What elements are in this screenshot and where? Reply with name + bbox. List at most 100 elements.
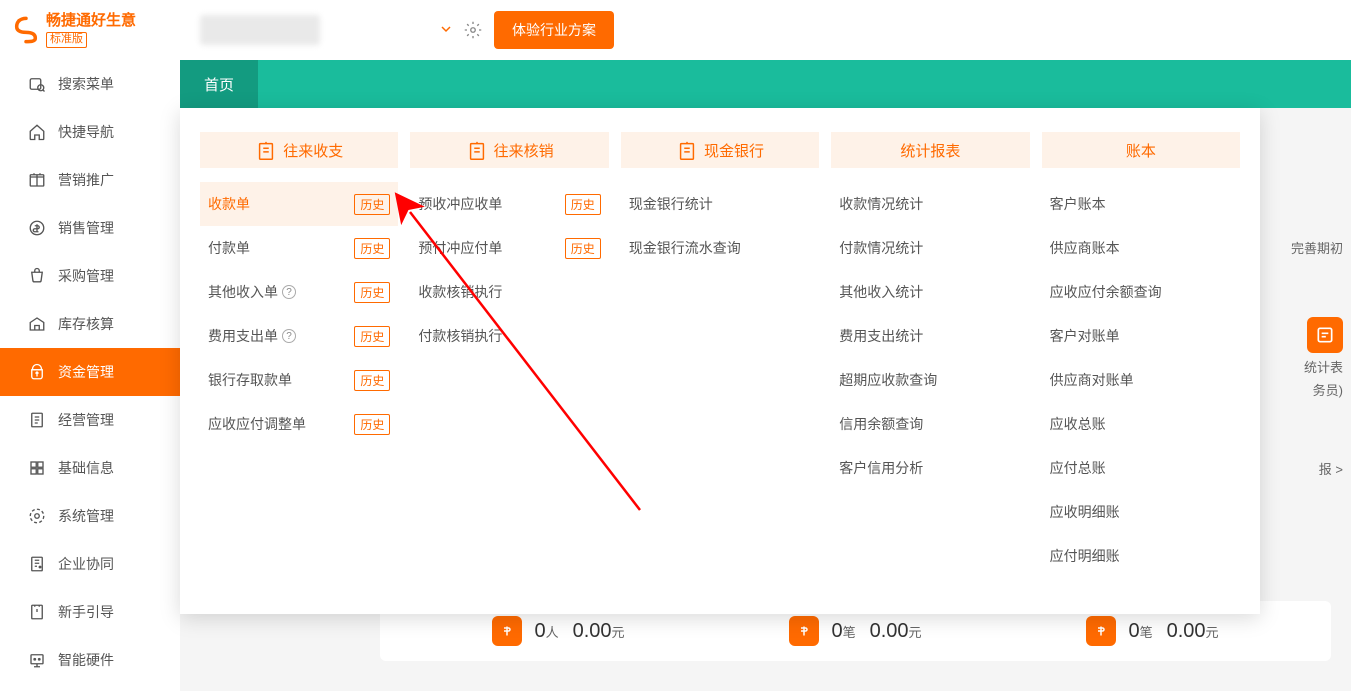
flyout-item-label: 应付明细账: [1050, 546, 1120, 566]
company-selector[interactable]: [200, 15, 452, 45]
industry-cta-button[interactable]: 体验行业方案: [494, 11, 614, 49]
sidebar-item-basicinfo[interactable]: 基础信息: [0, 444, 180, 492]
flyout-column: 往来收支收款单历史付款单历史其他收入单?历史费用支出单?历史银行存取款单历史应收…: [200, 132, 398, 578]
flyout-menu-item[interactable]: 超期应收款查询: [831, 358, 1029, 402]
flyout-menu-item[interactable]: 应付总账: [1042, 446, 1240, 490]
sidebar-item-purchase[interactable]: 采购管理: [0, 252, 180, 300]
flyout-menu-item[interactable]: 信用余额查询: [831, 402, 1029, 446]
help-icon[interactable]: ?: [282, 285, 296, 299]
flyout-menu-item[interactable]: 应收明细账: [1042, 490, 1240, 534]
flyout-menu-item[interactable]: 现金银行流水查询: [621, 226, 819, 270]
sidebar-item-label: 营销推广: [58, 170, 114, 190]
history-tag[interactable]: 历史: [354, 326, 390, 347]
company-name-redacted: [200, 15, 320, 45]
sidebar-item-marketing[interactable]: 营销推广: [0, 156, 180, 204]
flyout-menu-item[interactable]: 费用支出统计: [831, 314, 1029, 358]
operations-icon: [28, 411, 46, 429]
flyout-menu-item[interactable]: 其他收入统计: [831, 270, 1029, 314]
tabbar: 首页: [180, 60, 1351, 108]
history-tag[interactable]: 历史: [354, 414, 390, 435]
sidebar-item-search[interactable]: 搜索菜单: [0, 60, 180, 108]
sidebar-item-label: 快捷导航: [58, 122, 114, 142]
flyout-item-label: 收款核销执行: [418, 282, 502, 302]
enterprise-icon: [28, 555, 46, 573]
document-icon: [255, 140, 275, 160]
tab-home[interactable]: 首页: [180, 60, 258, 108]
flyout-item-label: 付款单: [208, 238, 250, 258]
inventory-icon: [28, 315, 46, 333]
basicinfo-icon: [28, 459, 46, 477]
sidebar-item-inventory[interactable]: 库存核算: [0, 300, 180, 348]
flyout-column: 账本客户账本供应商账本应收应付余额查询客户对账单供应商对账单应收总账应付总账应收…: [1042, 132, 1240, 578]
peek-text: 务员): [1313, 380, 1343, 399]
flyout-item-label: 供应商对账单: [1050, 370, 1134, 390]
newbie-icon: [28, 603, 46, 621]
flyout-column-header: 现金银行: [621, 132, 819, 168]
flyout-column-header: 往来收支: [200, 132, 398, 168]
flyout-menu-item[interactable]: 银行存取款单历史: [200, 358, 398, 402]
gear-icon[interactable]: [464, 21, 482, 39]
help-icon[interactable]: ?: [282, 329, 296, 343]
flyout-menu-item[interactable]: 其他收入单?历史: [200, 270, 398, 314]
history-tag[interactable]: 历史: [565, 194, 601, 215]
flyout-column-title: 现金银行: [704, 140, 764, 161]
peek-link[interactable]: 报 >: [1319, 459, 1343, 478]
flyout-menu-item[interactable]: 应收应付余额查询: [1042, 270, 1240, 314]
sidebar-item-label: 经营管理: [58, 410, 114, 430]
flyout-menu-item[interactable]: 收款单 历史: [200, 182, 398, 226]
flyout-menu-item[interactable]: 现金银行统计: [621, 182, 819, 226]
flyout-menu-item[interactable]: 客户账本: [1042, 182, 1240, 226]
stat-icon: [789, 616, 819, 646]
sidebar-item-label: 新手引导: [58, 602, 114, 622]
flyout-menu-item[interactable]: 客户对账单: [1042, 314, 1240, 358]
flyout-menu-item[interactable]: 预付冲应付单 历史: [410, 226, 608, 270]
sidebar-item-label: 采购管理: [58, 266, 114, 286]
brand-title: 畅捷通好生意: [46, 12, 136, 30]
history-tag[interactable]: 历史: [354, 282, 390, 303]
stat-group: 0笔0.00元: [789, 616, 921, 646]
flyout-menu-item[interactable]: 收款核销执行: [410, 270, 608, 314]
sidebar-item-newbie[interactable]: 新手引导: [0, 588, 180, 636]
flyout-menu-item[interactable]: 应收应付调整单历史: [200, 402, 398, 446]
sidebar-nav: 搜索菜单快捷导航营销推广销售管理采购管理库存核算资金管理经营管理基础信息系统管理…: [0, 60, 180, 691]
flyout-item-label: 客户账本: [1050, 194, 1106, 214]
flyout-item-label: 供应商账本: [1050, 238, 1120, 258]
sidebar-item-enterprise[interactable]: 企业协同: [0, 540, 180, 588]
peek-text: 统计表: [1304, 357, 1343, 376]
flyout-menu-item[interactable]: 应收总账: [1042, 402, 1240, 446]
flyout-menu-item[interactable]: 供应商对账单: [1042, 358, 1240, 402]
stat-card-icon: [1307, 317, 1343, 353]
history-tag[interactable]: 历史: [565, 238, 601, 259]
flyout-item-label: 其他收入统计: [839, 282, 923, 302]
flyout-menu-item[interactable]: 供应商账本: [1042, 226, 1240, 270]
sidebar-item-label: 搜索菜单: [58, 74, 114, 94]
flyout-column-header: 账本: [1042, 132, 1240, 168]
sidebar-item-label: 企业协同: [58, 554, 114, 574]
flyout-item-label: 现金银行统计: [629, 194, 713, 214]
flyout-menu-item[interactable]: 客户信用分析: [831, 446, 1029, 490]
flyout-item-label: 超期应收款查询: [839, 370, 937, 390]
flyout-menu-item[interactable]: 付款单 历史: [200, 226, 398, 270]
flyout-menu-item[interactable]: 预收冲应收单历史: [410, 182, 608, 226]
flyout-item-label: 应付总账: [1050, 458, 1106, 478]
history-tag[interactable]: 历史: [354, 238, 390, 259]
sidebar-item-sales[interactable]: 销售管理: [0, 204, 180, 252]
chevron-down-icon: [440, 22, 452, 38]
sidebar-item-quicknav[interactable]: 快捷导航: [0, 108, 180, 156]
history-tag[interactable]: 历史: [354, 194, 390, 215]
flyout-menu-item[interactable]: 收款情况统计: [831, 182, 1029, 226]
sidebar-item-finance[interactable]: 资金管理: [0, 348, 180, 396]
flyout-item-label: 客户信用分析: [839, 458, 923, 478]
sidebar-item-system[interactable]: 系统管理: [0, 492, 180, 540]
sidebar-item-operations[interactable]: 经营管理: [0, 396, 180, 444]
sidebar-item-hardware[interactable]: 智能硬件: [0, 636, 180, 684]
flyout-menu-item[interactable]: 付款核销执行: [410, 314, 608, 358]
flyout-menu-item[interactable]: 应付明细账: [1042, 534, 1240, 578]
history-tag[interactable]: 历史: [354, 370, 390, 391]
sidebar-item-label: 智能硬件: [58, 650, 114, 670]
flyout-menu-item[interactable]: 付款情况统计: [831, 226, 1029, 270]
flyout-menu-item[interactable]: 费用支出单?历史: [200, 314, 398, 358]
flyout-item-label: 预付冲应付单: [418, 238, 502, 258]
flyout-item-label: 收款单: [208, 194, 250, 214]
peek-text: 完善期初: [1291, 238, 1343, 257]
